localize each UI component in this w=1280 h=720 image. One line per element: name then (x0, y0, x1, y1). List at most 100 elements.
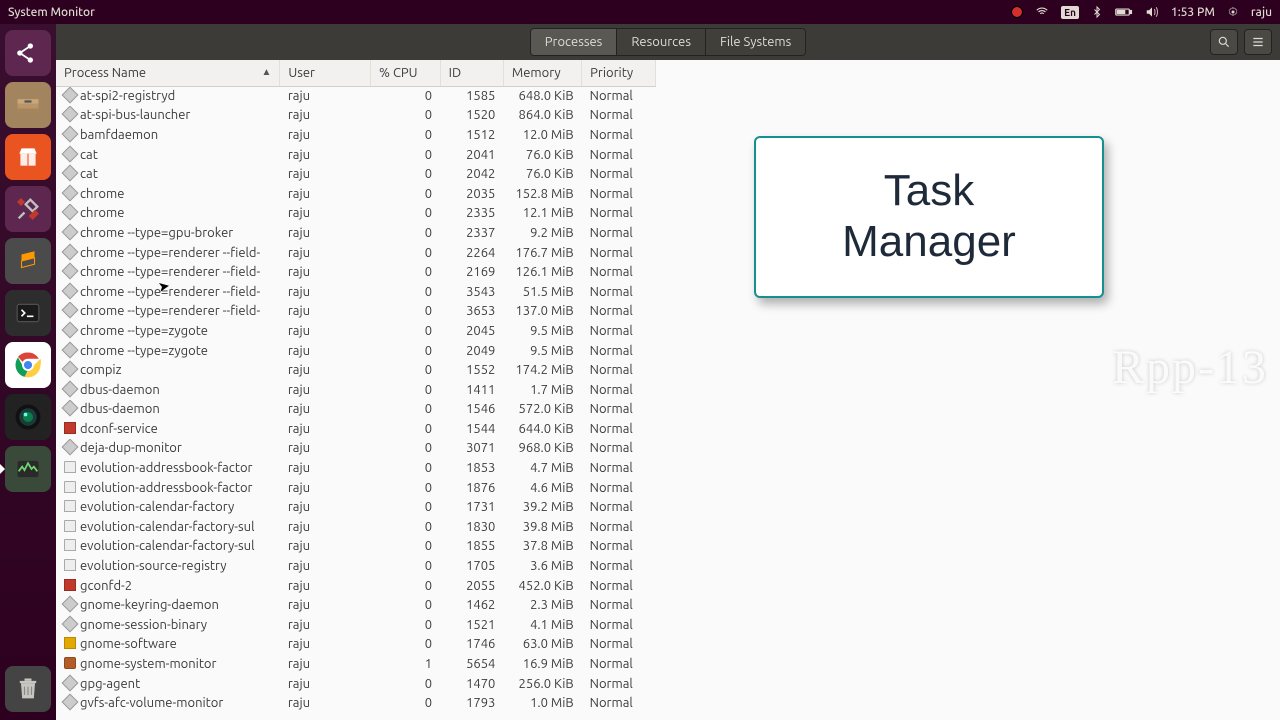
table-row[interactable]: evolution-calendar-factoryraju0173139.2 … (56, 497, 656, 517)
process-memory: 452.0 KiB (503, 576, 581, 596)
process-priority: Normal (582, 497, 656, 517)
launcher-dash[interactable] (5, 30, 51, 76)
process-icon (64, 500, 76, 512)
process-icon (62, 674, 79, 691)
battery-icon[interactable] (1115, 6, 1133, 18)
table-row[interactable]: gvfs-afc-volume-monitorraju017931.0 MiBN… (56, 693, 656, 713)
table-row[interactable]: dconf-serviceraju01544644.0 KiBNormal (56, 419, 656, 439)
process-cpu: 0 (371, 400, 441, 420)
table-row[interactable]: chromeraju0233512.1 MiBNormal (56, 204, 656, 224)
process-icon (64, 657, 76, 669)
table-row[interactable]: chrome --type=renderer --field-raju03543… (56, 282, 656, 302)
table-row[interactable]: at-spi2-registrydraju01585648.0 KiBNorma… (56, 86, 656, 106)
process-icon (62, 125, 79, 142)
process-priority: Normal (582, 262, 656, 282)
hamburger-menu-button[interactable] (1244, 29, 1272, 55)
process-id: 1546 (440, 400, 503, 420)
process-memory: 1.7 MiB (503, 380, 581, 400)
wifi-icon[interactable] (1035, 5, 1049, 19)
window-title: System Monitor (8, 6, 95, 19)
gear-icon[interactable] (1227, 6, 1239, 18)
launcher-trash[interactable] (5, 666, 51, 712)
launcher-software-center[interactable] (5, 134, 51, 180)
bluetooth-icon[interactable] (1091, 5, 1103, 19)
table-row[interactable]: evolution-calendar-factory-sulraju018303… (56, 517, 656, 537)
keyboard-lang-indicator[interactable]: En (1061, 6, 1079, 19)
table-row[interactable]: chrome --type=renderer --field-raju03653… (56, 302, 656, 322)
tab-filesystems[interactable]: File Systems (705, 29, 805, 55)
process-name: deja-dup-monitor (80, 441, 182, 455)
table-row[interactable]: gnome-system-monitorraju1565416.9 MiBNor… (56, 654, 656, 674)
record-icon[interactable] (1011, 6, 1023, 18)
process-user: raju (280, 282, 371, 302)
user-indicator[interactable]: raju (1251, 6, 1272, 19)
table-row[interactable]: evolution-addressbook-factorraju018764.6… (56, 478, 656, 498)
table-row[interactable]: chrome --type=zygoteraju020459.5 MiBNorm… (56, 321, 656, 341)
launcher-files[interactable] (5, 82, 51, 128)
table-row[interactable]: compizraju01552174.2 MiBNormal (56, 360, 656, 380)
process-priority: Normal (582, 164, 656, 184)
table-row[interactable]: catraju0204276.0 KiBNormal (56, 164, 656, 184)
launcher-terminal[interactable] (5, 290, 51, 336)
process-name: at-spi2-registryd (80, 89, 175, 103)
process-icon (64, 579, 76, 591)
table-row[interactable]: chrome --type=renderer --field-raju02169… (56, 262, 656, 282)
table-row[interactable]: gnome-softwareraju0174663.0 MiBNormal (56, 635, 656, 655)
table-row[interactable]: evolution-addressbook-factorraju018534.7… (56, 458, 656, 478)
column-header-cpu[interactable]: % CPU (371, 60, 441, 86)
process-user: raju (280, 615, 371, 635)
table-row[interactable]: dbus-daemonraju01546572.0 KiBNormal (56, 400, 656, 420)
process-user: raju (280, 184, 371, 204)
table-row[interactable]: deja-dup-monitorraju03071968.0 KiBNormal (56, 439, 656, 459)
search-button[interactable] (1210, 29, 1238, 55)
clock[interactable]: 1:53 PM (1171, 6, 1215, 19)
table-row[interactable]: evolution-source-registryraju017053.6 Mi… (56, 556, 656, 576)
table-row[interactable]: chrome --type=gpu-brokerraju023379.2 MiB… (56, 223, 656, 243)
launcher-system-monitor[interactable] (5, 446, 51, 492)
table-row[interactable]: evolution-calendar-factory-sulraju018553… (56, 537, 656, 557)
table-row[interactable]: gnome-keyring-daemonraju014622.3 MiBNorm… (56, 595, 656, 615)
table-row[interactable]: catraju0204176.0 KiBNormal (56, 145, 656, 165)
view-tabs: Processes Resources File Systems (530, 28, 806, 56)
tab-processes[interactable]: Processes (531, 29, 617, 55)
column-header-priority[interactable]: Priority (582, 60, 656, 86)
process-cpu: 0 (371, 419, 441, 439)
process-priority: Normal (582, 478, 656, 498)
process-memory: 648.0 KiB (503, 86, 581, 106)
process-cpu: 0 (371, 360, 441, 380)
process-priority: Normal (582, 106, 656, 126)
table-row[interactable]: gconfd-2raju02055452.0 KiBNormal (56, 576, 656, 596)
column-header-id[interactable]: ID (440, 60, 503, 86)
process-memory: 12.0 MiB (503, 125, 581, 145)
launcher-sublime[interactable] (5, 238, 51, 284)
toolbar: Processes Resources File Systems (56, 24, 1280, 60)
table-row[interactable]: gpg-agentraju01470256.0 KiBNormal (56, 674, 656, 694)
table-row[interactable]: chrome --type=renderer --field-raju02264… (56, 243, 656, 263)
tab-resources[interactable]: Resources (616, 29, 705, 55)
volume-icon[interactable] (1145, 5, 1159, 19)
table-row[interactable]: gnome-session-binaryraju015214.1 MiBNorm… (56, 615, 656, 635)
table-row[interactable]: at-spi-bus-launcherraju01520864.0 KiBNor… (56, 106, 656, 126)
launcher-chrome[interactable] (5, 342, 51, 388)
process-id: 1705 (440, 556, 503, 576)
process-user: raju (280, 576, 371, 596)
process-name: bamfdaemon (80, 128, 158, 142)
process-priority: Normal (582, 86, 656, 106)
table-row[interactable]: chrome --type=zygoteraju020499.5 MiBNorm… (56, 341, 656, 361)
table-row[interactable]: dbus-daemonraju014111.7 MiBNormal (56, 380, 656, 400)
column-header-memory[interactable]: Memory (503, 60, 581, 86)
process-priority: Normal (582, 321, 656, 341)
process-user: raju (280, 595, 371, 615)
column-header-user[interactable]: User (280, 60, 371, 86)
process-cpu: 0 (371, 693, 441, 713)
process-user: raju (280, 693, 371, 713)
table-row[interactable]: chromeraju02035152.8 MiBNormal (56, 184, 656, 204)
process-table[interactable]: Process Name▲ User % CPU ID Memory Prior… (56, 60, 656, 713)
process-cpu: 1 (371, 654, 441, 674)
launcher-settings[interactable] (5, 186, 51, 232)
launcher-camera[interactable] (5, 394, 51, 440)
process-cpu: 0 (371, 321, 441, 341)
table-row[interactable]: bamfdaemonraju0151212.0 MiBNormal (56, 125, 656, 145)
process-id: 2055 (440, 576, 503, 596)
column-header-name[interactable]: Process Name▲ (56, 60, 280, 86)
